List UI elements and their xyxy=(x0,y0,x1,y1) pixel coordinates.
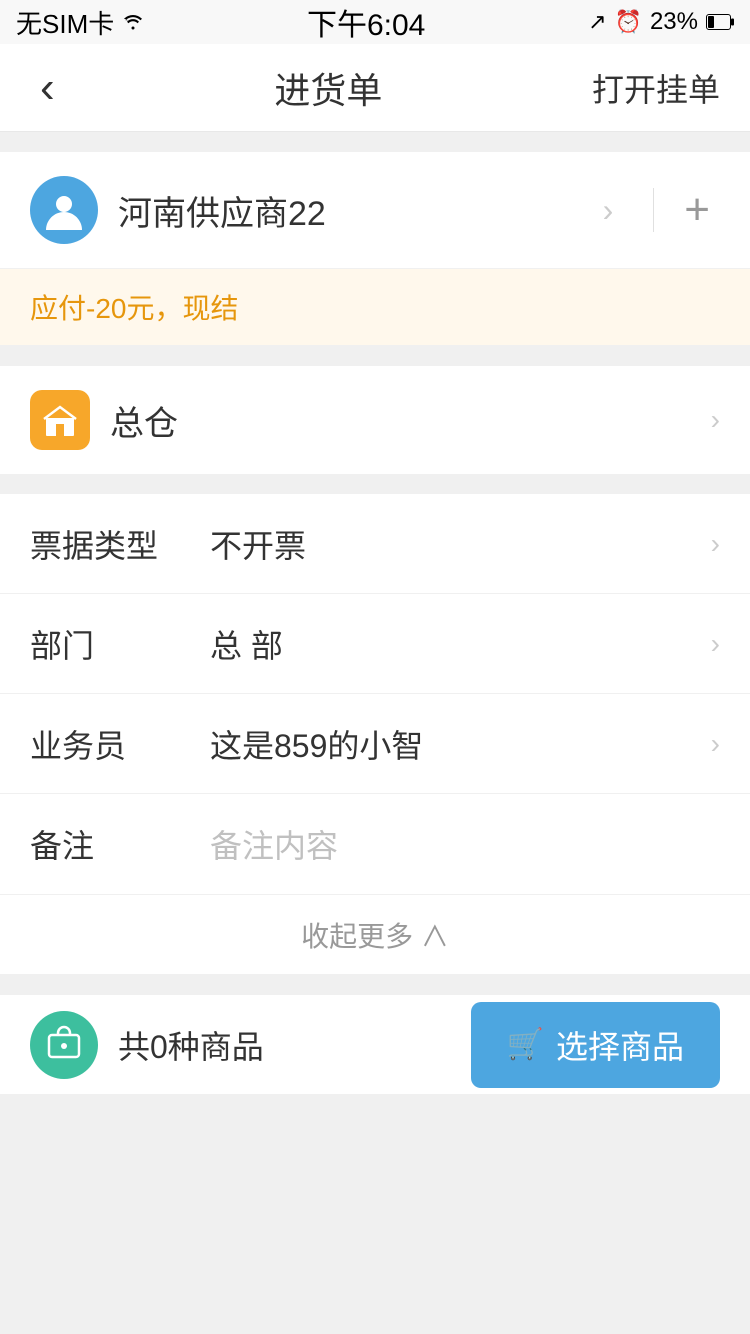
warehouse-chevron-icon: › xyxy=(711,404,720,436)
warehouse-icon-bg xyxy=(30,390,90,450)
select-product-label: 选择商品 xyxy=(556,1022,684,1068)
open-pending-button[interactable]: 打开挂单 xyxy=(592,65,720,111)
user-icon xyxy=(42,188,86,232)
department-value: 总 部 xyxy=(190,621,711,667)
gray-fill xyxy=(0,1094,750,1294)
status-time: 下午6:04 xyxy=(307,0,425,44)
salesperson-value: 这是859的小智 xyxy=(190,721,711,767)
battery-icon xyxy=(706,14,734,30)
warehouse-name: 总仓 xyxy=(110,396,711,445)
section-gap-3 xyxy=(0,474,750,494)
collapse-button[interactable]: 收起更多 ∧ xyxy=(0,894,750,974)
warehouse-section: 总仓 › xyxy=(0,366,750,474)
supplier-row[interactable]: 河南供应商22 › + xyxy=(0,152,750,269)
invoice-type-value: 不开票 xyxy=(190,521,711,567)
select-product-icon: 🛒 xyxy=(507,1027,544,1062)
invoice-type-chevron-icon: › xyxy=(711,528,720,560)
department-label: 部门 xyxy=(30,621,190,667)
divider xyxy=(653,188,654,232)
bottom-bar: 共0种商品 🛒 选择商品 xyxy=(0,994,750,1094)
supplier-name: 河南供应商22 xyxy=(118,186,603,235)
supplier-section: 河南供应商22 › + 应付-20元，现结 xyxy=(0,152,750,346)
supplier-avatar xyxy=(30,176,98,244)
battery-text: 23% xyxy=(650,8,698,36)
invoice-type-row[interactable]: 票据类型 不开票 › xyxy=(0,494,750,594)
product-icon-bg xyxy=(30,1011,98,1079)
remark-label: 备注 xyxy=(30,821,190,867)
salesperson-chevron-icon: › xyxy=(711,728,720,760)
section-gap-2 xyxy=(0,346,750,366)
page-title: 进货单 xyxy=(274,62,382,114)
department-chevron-icon: › xyxy=(711,628,720,660)
nav-bar: ‹ 进货单 打开挂单 xyxy=(0,44,750,132)
warehouse-row[interactable]: 总仓 › xyxy=(0,366,750,474)
section-gap-1 xyxy=(0,132,750,152)
status-left: 无SIM卡 xyxy=(16,4,144,41)
form-section: 票据类型 不开票 › 部门 总 部 › 业务员 这是859的小智 › 备注 备注… xyxy=(0,494,750,974)
notice-bar: 应付-20元，现结 xyxy=(0,269,750,346)
collapse-label: 收起更多 ∧ xyxy=(301,915,449,955)
wifi-icon xyxy=(122,14,144,30)
salesperson-label: 业务员 xyxy=(30,721,190,767)
notice-text: 应付-20元，现结 xyxy=(30,293,238,324)
warehouse-icon xyxy=(42,402,78,438)
alarm-icon: ⏰ xyxy=(615,9,642,35)
location-icon: ↗ xyxy=(588,9,606,35)
select-product-button[interactable]: 🛒 选择商品 xyxy=(471,1002,720,1088)
supplier-chevron-icon: › xyxy=(603,192,614,229)
remark-row[interactable]: 备注 备注内容 xyxy=(0,794,750,894)
remark-value[interactable]: 备注内容 xyxy=(190,821,720,867)
status-bar: 无SIM卡 下午6:04 ↗ ⏰ 23% xyxy=(0,0,750,44)
carrier-text: 无SIM卡 xyxy=(16,4,114,41)
product-icon xyxy=(44,1025,84,1065)
invoice-type-label: 票据类型 xyxy=(30,521,190,567)
department-row[interactable]: 部门 总 部 › xyxy=(0,594,750,694)
product-count: 共0种商品 xyxy=(118,1022,471,1068)
back-button[interactable]: ‹ xyxy=(30,53,65,123)
salesperson-row[interactable]: 业务员 这是859的小智 › xyxy=(0,694,750,794)
add-supplier-button[interactable]: + xyxy=(674,185,720,235)
status-right: ↗ ⏰ 23% xyxy=(588,8,734,36)
content: 河南供应商22 › + 应付-20元，现结 总仓 › xyxy=(0,132,750,1294)
